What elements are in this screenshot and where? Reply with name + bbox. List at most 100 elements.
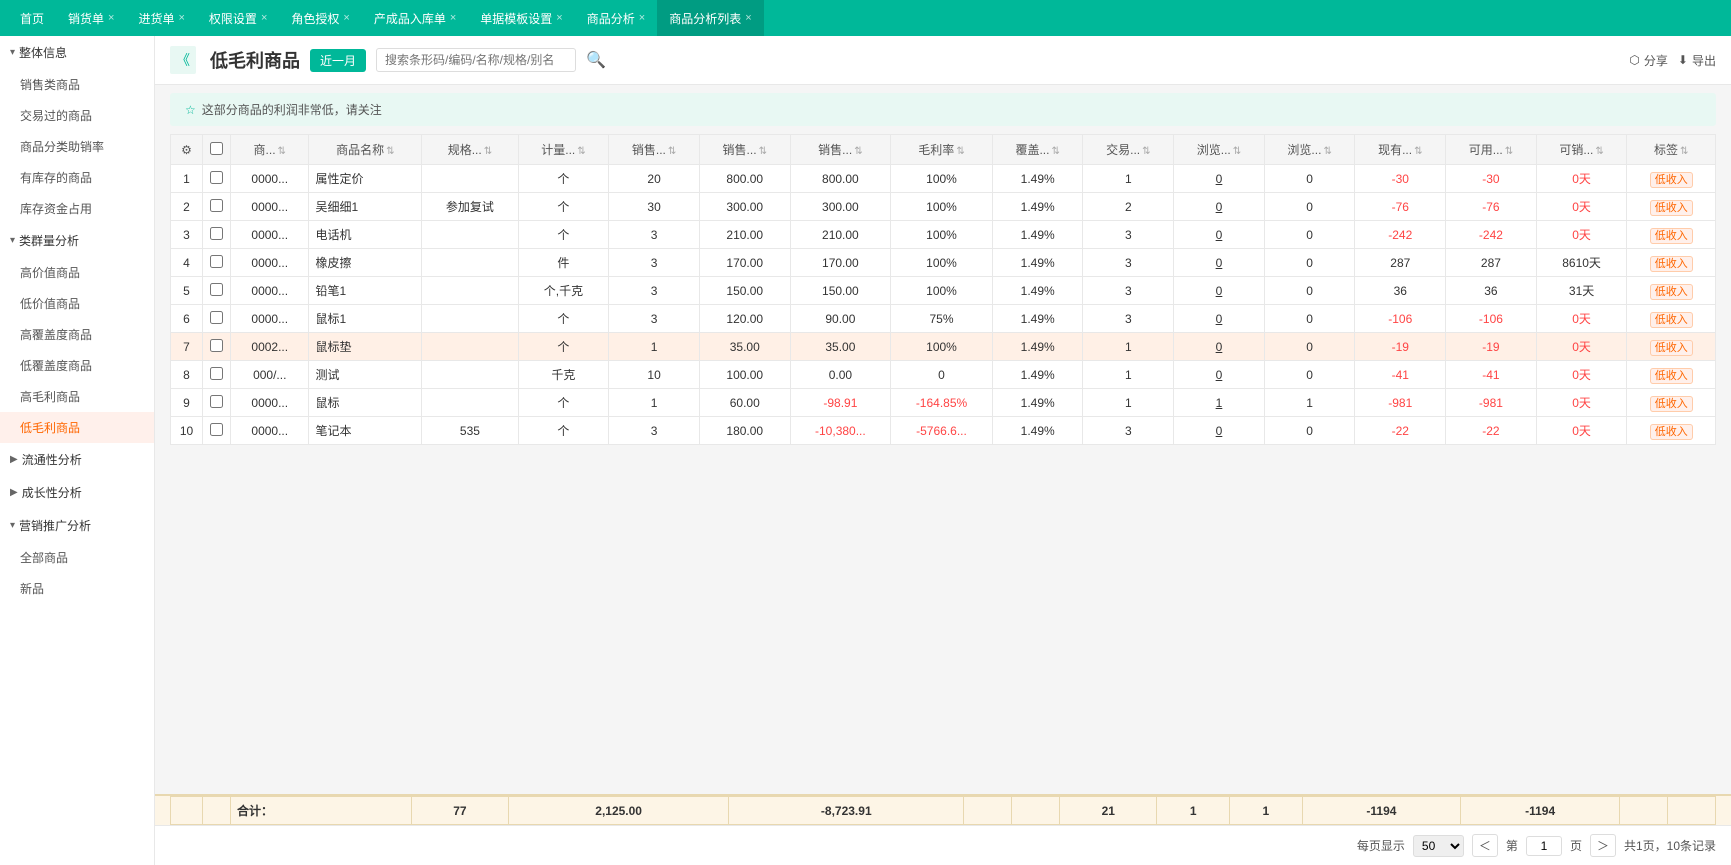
row-checkbox[interactable] [203, 305, 231, 333]
row-checkbox[interactable] [203, 417, 231, 445]
sidebar-group-circulation[interactable]: ▶ 流通性分析 [0, 443, 154, 476]
row-views1[interactable]: 0 [1174, 333, 1265, 361]
share-button[interactable]: ⬡ 分享 [1629, 52, 1668, 69]
sidebar-item-new-products[interactable]: 新品 [0, 573, 154, 604]
sidebar-item-low-margin[interactable]: 低毛利商品 [0, 412, 154, 443]
col-tag[interactable]: 标签⇅ [1627, 135, 1716, 165]
sidebar-item-low-value[interactable]: 低价值商品 [0, 288, 154, 319]
col-views1[interactable]: 浏览...⇅ [1174, 135, 1265, 165]
sidebar-group-cluster[interactable]: ▾ 类群量分析 [0, 224, 154, 257]
sidebar-item-traded-products[interactable]: 交易过的商品 [0, 100, 154, 131]
row-select-checkbox[interactable] [210, 339, 223, 352]
nav-close-icon[interactable]: × [450, 12, 456, 24]
row-checkbox[interactable] [203, 165, 231, 193]
sidebar-group-growth[interactable]: ▶ 成长性分析 [0, 476, 154, 509]
row-select-checkbox[interactable] [210, 311, 223, 324]
row-select-checkbox[interactable] [210, 367, 223, 380]
sidebar-item-in-stock[interactable]: 有库存的商品 [0, 162, 154, 193]
row-select-checkbox[interactable] [210, 423, 223, 436]
nav-close-icon[interactable]: × [261, 12, 267, 24]
row-checkbox[interactable] [203, 361, 231, 389]
row-select-checkbox[interactable] [210, 199, 223, 212]
col-spec[interactable]: 规格...⇅ [422, 135, 518, 165]
select-all-checkbox[interactable] [210, 142, 223, 155]
views1-link[interactable]: 0 [1216, 312, 1223, 326]
col-coverage[interactable]: 覆盖...⇅ [992, 135, 1083, 165]
sidebar-item-sales-products[interactable]: 销售类商品 [0, 69, 154, 100]
data-table-container[interactable]: ⚙ 商...⇅ 商品名称⇅ 规格...⇅ 计量...⇅ 销售...⇅ 销售...… [155, 126, 1731, 794]
sidebar-group-overall[interactable]: ▾ 整体信息 [0, 36, 154, 69]
prev-page-button[interactable]: ＜ [1472, 834, 1498, 857]
views1-link[interactable]: 0 [1216, 172, 1223, 186]
col-gross-margin[interactable]: 毛利率⇅ [891, 135, 993, 165]
sidebar-item-high-coverage[interactable]: 高覆盖度商品 [0, 319, 154, 350]
row-select-checkbox[interactable] [210, 395, 223, 408]
row-select-checkbox[interactable] [210, 171, 223, 184]
row-views1[interactable]: 0 [1174, 417, 1265, 445]
nav-sales-order[interactable]: 销货单 × [56, 0, 126, 36]
nav-close-icon[interactable]: × [343, 12, 349, 24]
col-sales-qty[interactable]: 销售...⇅ [609, 135, 700, 165]
nav-role-auth[interactable]: 角色授权 × [279, 0, 361, 36]
col-current-stock[interactable]: 现有...⇅ [1355, 135, 1446, 165]
row-views1[interactable]: 1 [1174, 389, 1265, 417]
views1-link[interactable]: 0 [1216, 368, 1223, 382]
col-sales-profit[interactable]: 销售...⇅ [790, 135, 891, 165]
nav-close-icon[interactable]: × [745, 12, 751, 24]
col-settings[interactable]: ⚙ [171, 135, 203, 165]
sidebar-item-category-rate[interactable]: 商品分类助销率 [0, 131, 154, 162]
views1-link[interactable]: 0 [1216, 284, 1223, 298]
nav-close-icon[interactable]: × [178, 12, 184, 24]
row-views1[interactable]: 0 [1174, 165, 1265, 193]
nav-close-icon[interactable]: × [108, 12, 114, 24]
col-unit[interactable]: 计量...⇅ [518, 135, 609, 165]
row-views1[interactable]: 0 [1174, 221, 1265, 249]
row-checkbox[interactable] [203, 333, 231, 361]
row-views1[interactable]: 0 [1174, 277, 1265, 305]
export-button[interactable]: ⬇ 导出 [1678, 52, 1716, 69]
nav-permissions[interactable]: 权限设置 × [197, 0, 279, 36]
next-page-button[interactable]: ＞ [1590, 834, 1616, 857]
sidebar-item-high-value[interactable]: 高价值商品 [0, 257, 154, 288]
col-sales-price[interactable]: 销售...⇅ [699, 135, 790, 165]
row-checkbox[interactable] [203, 193, 231, 221]
nav-product-inbound[interactable]: 产成品入库单 × [362, 0, 468, 36]
col-transactions[interactable]: 交易...⇅ [1083, 135, 1174, 165]
filter-period-button[interactable]: 近一月 [310, 49, 366, 72]
search-input[interactable] [376, 48, 576, 72]
nav-template-settings[interactable]: 单据模板设置 × [468, 0, 574, 36]
col-saleable[interactable]: 可销...⇅ [1536, 135, 1627, 165]
nav-close-icon[interactable]: × [639, 12, 645, 24]
sidebar-collapse-button[interactable]: 《 [170, 46, 196, 74]
row-checkbox[interactable] [203, 221, 231, 249]
sidebar-item-low-coverage[interactable]: 低覆盖度商品 [0, 350, 154, 381]
nav-home[interactable]: 首页 [8, 0, 56, 36]
views1-link[interactable]: 0 [1216, 200, 1223, 214]
views1-link[interactable]: 0 [1216, 340, 1223, 354]
views1-link[interactable]: 0 [1216, 256, 1223, 270]
row-views1[interactable]: 0 [1174, 249, 1265, 277]
nav-purchase-order[interactable]: 进货单 × [126, 0, 196, 36]
row-checkbox[interactable] [203, 249, 231, 277]
col-code[interactable]: 商...⇅ [231, 135, 309, 165]
col-name[interactable]: 商品名称⇅ [309, 135, 422, 165]
settings-icon[interactable]: ⚙ [181, 143, 192, 157]
sidebar-item-all-products[interactable]: 全部商品 [0, 542, 154, 573]
row-select-checkbox[interactable] [210, 283, 223, 296]
sidebar-group-marketing[interactable]: ▾ 营销推广分析 [0, 509, 154, 542]
sidebar-item-stock-capital[interactable]: 库存资金占用 [0, 193, 154, 224]
row-select-checkbox[interactable] [210, 255, 223, 268]
views1-link[interactable]: 0 [1216, 228, 1223, 242]
sidebar-item-high-margin[interactable]: 高毛利商品 [0, 381, 154, 412]
col-available[interactable]: 可用...⇅ [1446, 135, 1537, 165]
views1-link[interactable]: 1 [1216, 396, 1223, 410]
nav-product-analysis[interactable]: 商品分析 × [575, 0, 657, 36]
row-views1[interactable]: 0 [1174, 305, 1265, 333]
row-views1[interactable]: 0 [1174, 193, 1265, 221]
search-button[interactable]: 🔍 [586, 50, 606, 70]
views1-link[interactable]: 0 [1216, 424, 1223, 438]
nav-close-icon[interactable]: × [556, 12, 562, 24]
col-check[interactable] [203, 135, 231, 165]
page-number-input[interactable] [1526, 836, 1562, 856]
col-views2[interactable]: 浏览...⇅ [1264, 135, 1355, 165]
